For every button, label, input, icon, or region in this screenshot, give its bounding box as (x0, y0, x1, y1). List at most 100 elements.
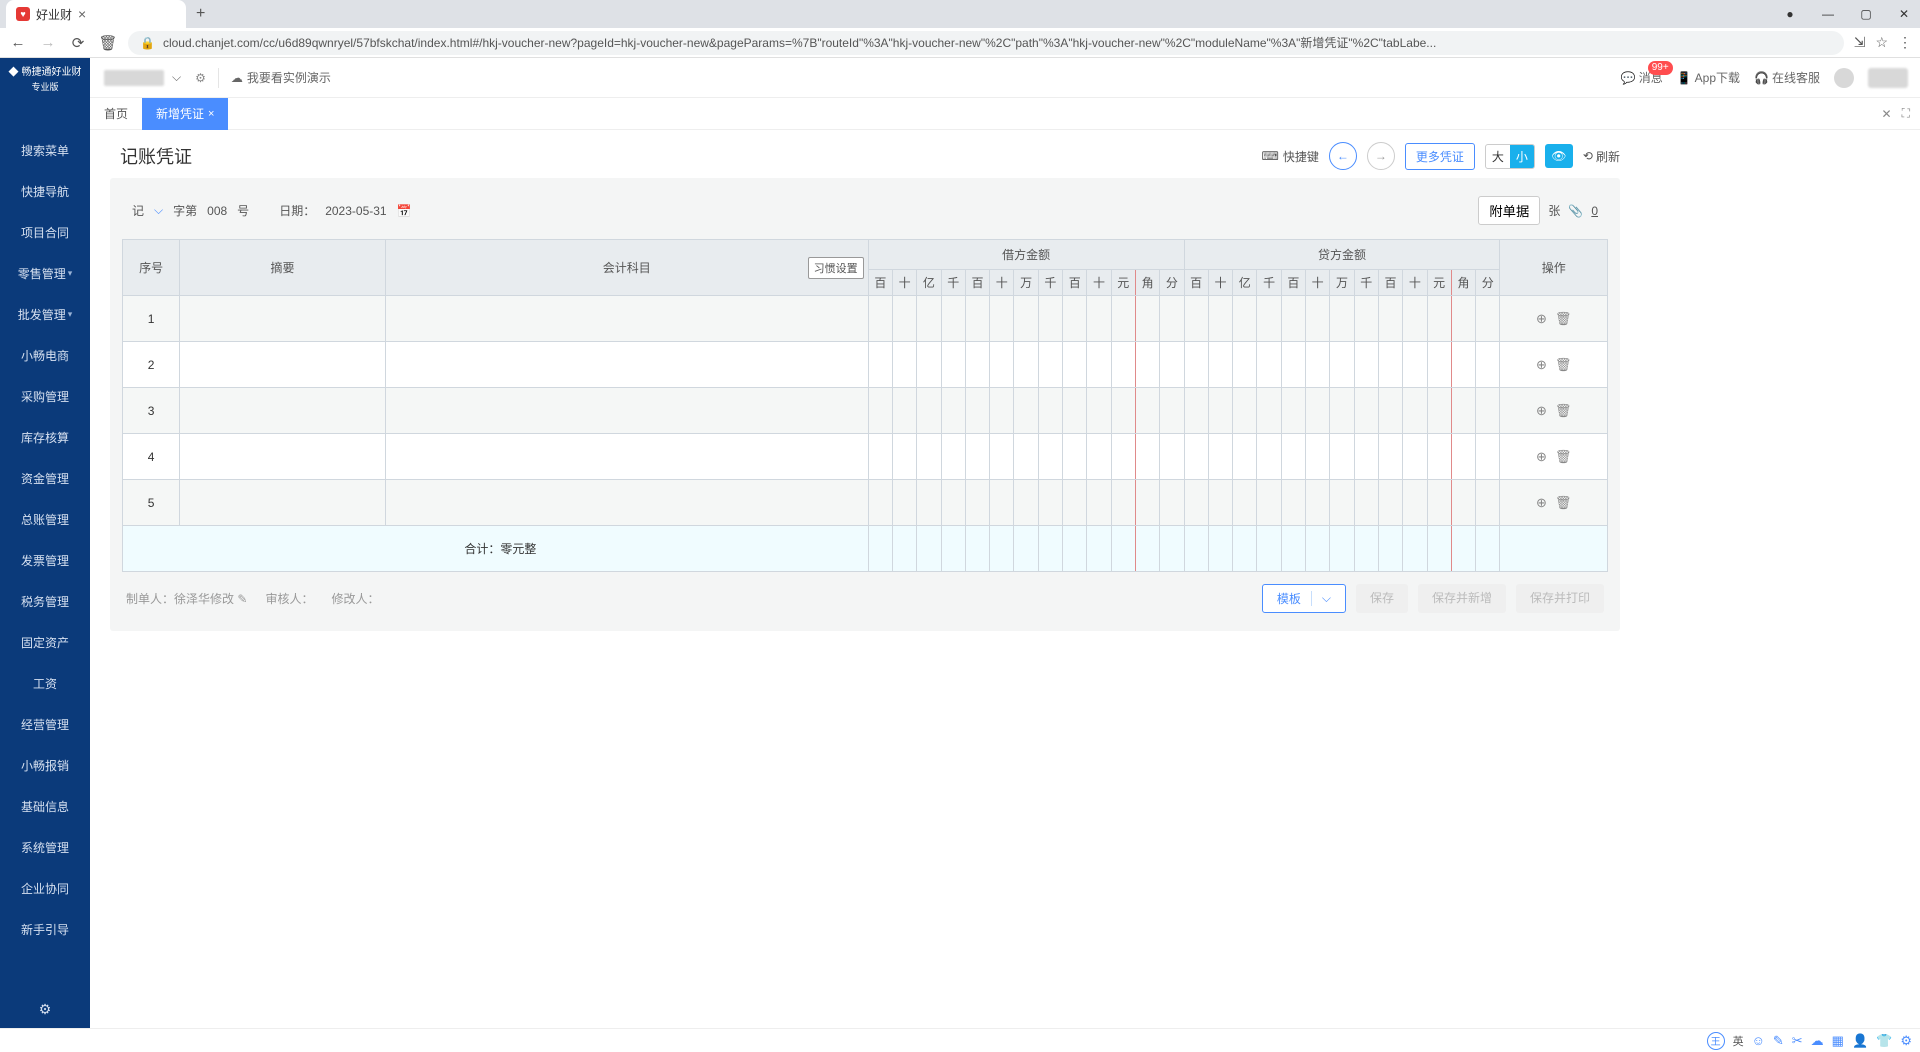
amount-digit-cell[interactable] (1378, 480, 1402, 526)
chevron-down-icon[interactable]: ⌵ (154, 203, 163, 218)
view-button[interactable]: 👁 (1545, 144, 1573, 168)
tab-home[interactable]: 首页 (90, 98, 142, 130)
sidebar-item[interactable]: 企业协同 (0, 868, 90, 909)
amount-digit-cell[interactable] (868, 342, 892, 388)
size-big[interactable]: 大 (1486, 145, 1510, 168)
summary-cell[interactable] (180, 388, 386, 434)
sidebar-item[interactable]: 库存核算 (0, 417, 90, 458)
amount-digit-cell[interactable] (1160, 434, 1184, 480)
ime-lang[interactable]: 英 (1733, 1033, 1744, 1049)
sidebar-item[interactable]: 零售管理▾ (0, 253, 90, 294)
amount-digit-cell[interactable] (1063, 480, 1087, 526)
amount-digit-cell[interactable] (1451, 342, 1475, 388)
amount-digit-cell[interactable] (1330, 342, 1354, 388)
save-print-button[interactable]: 保存并打印 (1516, 584, 1604, 613)
amount-digit-cell[interactable] (1208, 480, 1232, 526)
attach-doc-button[interactable]: 附单据 (1478, 196, 1540, 225)
amount-digit-cell[interactable] (1476, 388, 1500, 434)
forward-button[interactable]: → (38, 34, 58, 51)
voucher-type[interactable]: 记 (132, 202, 144, 219)
amount-digit-cell[interactable] (1111, 434, 1135, 480)
amount-digit-cell[interactable] (1087, 296, 1111, 342)
amount-digit-cell[interactable] (1354, 388, 1378, 434)
amount-digit-cell[interactable] (1403, 388, 1427, 434)
amount-digit-cell[interactable] (1135, 480, 1159, 526)
install-icon[interactable]: ⇲ (1854, 34, 1866, 51)
delete-row-icon[interactable]: 🗑 (1555, 495, 1572, 511)
sidebar-item[interactable]: 系统管理 (0, 827, 90, 868)
amount-digit-cell[interactable] (990, 434, 1014, 480)
amount-digit-cell[interactable] (1403, 480, 1427, 526)
amount-digit-cell[interactable] (965, 342, 989, 388)
amount-digit-cell[interactable] (1281, 342, 1305, 388)
amount-digit-cell[interactable] (1184, 296, 1208, 342)
amount-digit-cell[interactable] (1451, 480, 1475, 526)
amount-digit-cell[interactable] (1427, 342, 1451, 388)
amount-digit-cell[interactable] (868, 434, 892, 480)
amount-digit-cell[interactable] (868, 480, 892, 526)
calendar-icon[interactable]: 📅 (397, 204, 412, 218)
amount-digit-cell[interactable] (1476, 480, 1500, 526)
subject-cell[interactable] (385, 388, 868, 434)
amount-digit-cell[interactable] (1257, 388, 1281, 434)
next-button[interactable]: → (1367, 142, 1395, 170)
amount-digit-cell[interactable] (990, 388, 1014, 434)
amount-digit-cell[interactable] (1330, 480, 1354, 526)
amount-digit-cell[interactable] (1257, 296, 1281, 342)
delete-row-icon[interactable]: 🗑 (1555, 311, 1572, 327)
tab-close-icon[interactable]: × (78, 6, 86, 22)
amount-digit-cell[interactable] (1306, 388, 1330, 434)
delete-row-icon[interactable]: 🗑 (1555, 449, 1572, 465)
shortcut-button[interactable]: ⌨ 快捷键 (1262, 148, 1319, 165)
amount-digit-cell[interactable] (1281, 388, 1305, 434)
reload-button[interactable]: ⟳ (68, 34, 88, 52)
habit-settings-button[interactable]: 习惯设置 (808, 257, 864, 279)
amount-digit-cell[interactable] (990, 342, 1014, 388)
amount-digit-cell[interactable] (1111, 296, 1135, 342)
support-button[interactable]: 🎧 在线客服 (1754, 69, 1820, 86)
ime-person-icon[interactable]: 👤 (1852, 1033, 1868, 1049)
amount-digit-cell[interactable] (1427, 480, 1451, 526)
amount-digit-cell[interactable] (1330, 388, 1354, 434)
delete-icon[interactable]: 🗑 (98, 34, 118, 52)
url-input[interactable]: 🔒 cloud.chanjet.com/cc/u6d89qwnryel/57bf… (128, 31, 1844, 55)
amount-digit-cell[interactable] (1111, 342, 1135, 388)
amount-digit-cell[interactable] (917, 480, 941, 526)
amount-digit-cell[interactable] (965, 388, 989, 434)
ime-pencil-icon[interactable]: ✎ (1773, 1033, 1784, 1049)
sidebar-item[interactable]: 批发管理▾ (0, 294, 90, 335)
save-new-button[interactable]: 保存并新增 (1418, 584, 1506, 613)
amount-digit-cell[interactable] (1403, 342, 1427, 388)
edit-icon[interactable]: ✎ (237, 592, 247, 606)
amount-digit-cell[interactable] (1160, 480, 1184, 526)
amount-digit-cell[interactable] (1257, 342, 1281, 388)
copy-row-icon[interactable]: ⊕ (1536, 357, 1547, 373)
sidebar-item[interactable]: 小畅报销 (0, 745, 90, 786)
amount-digit-cell[interactable] (941, 342, 965, 388)
amount-digit-cell[interactable] (1306, 480, 1330, 526)
size-small[interactable]: 小 (1510, 145, 1534, 168)
amount-digit-cell[interactable] (1087, 342, 1111, 388)
sidebar-item[interactable]: 快捷导航 (0, 171, 90, 212)
ime-cloud-icon[interactable]: ☁ (1811, 1033, 1824, 1049)
amount-digit-cell[interactable] (1208, 296, 1232, 342)
amount-digit-cell[interactable] (1014, 296, 1038, 342)
amount-digit-cell[interactable] (1427, 388, 1451, 434)
amount-digit-cell[interactable] (941, 480, 965, 526)
amount-digit-cell[interactable] (1038, 388, 1062, 434)
sidebar-item[interactable]: 基础信息 (0, 786, 90, 827)
amount-digit-cell[interactable] (1087, 388, 1111, 434)
tab-new-voucher[interactable]: 新增凭证 × (142, 98, 228, 130)
amount-digit-cell[interactable] (1233, 342, 1257, 388)
sidebar-item[interactable]: 工资 (0, 663, 90, 704)
sidebar-item[interactable]: 经营管理 (0, 704, 90, 745)
amount-digit-cell[interactable] (1451, 388, 1475, 434)
amount-digit-cell[interactable] (917, 388, 941, 434)
sidebar-item[interactable]: 固定资产 (0, 622, 90, 663)
new-tab-button[interactable]: + (186, 5, 215, 23)
amount-digit-cell[interactable] (1378, 296, 1402, 342)
amount-digit-cell[interactable] (1427, 296, 1451, 342)
amount-digit-cell[interactable] (868, 388, 892, 434)
fullscreen-icon[interactable]: ⛶ (1902, 106, 1910, 121)
amount-digit-cell[interactable] (1160, 296, 1184, 342)
